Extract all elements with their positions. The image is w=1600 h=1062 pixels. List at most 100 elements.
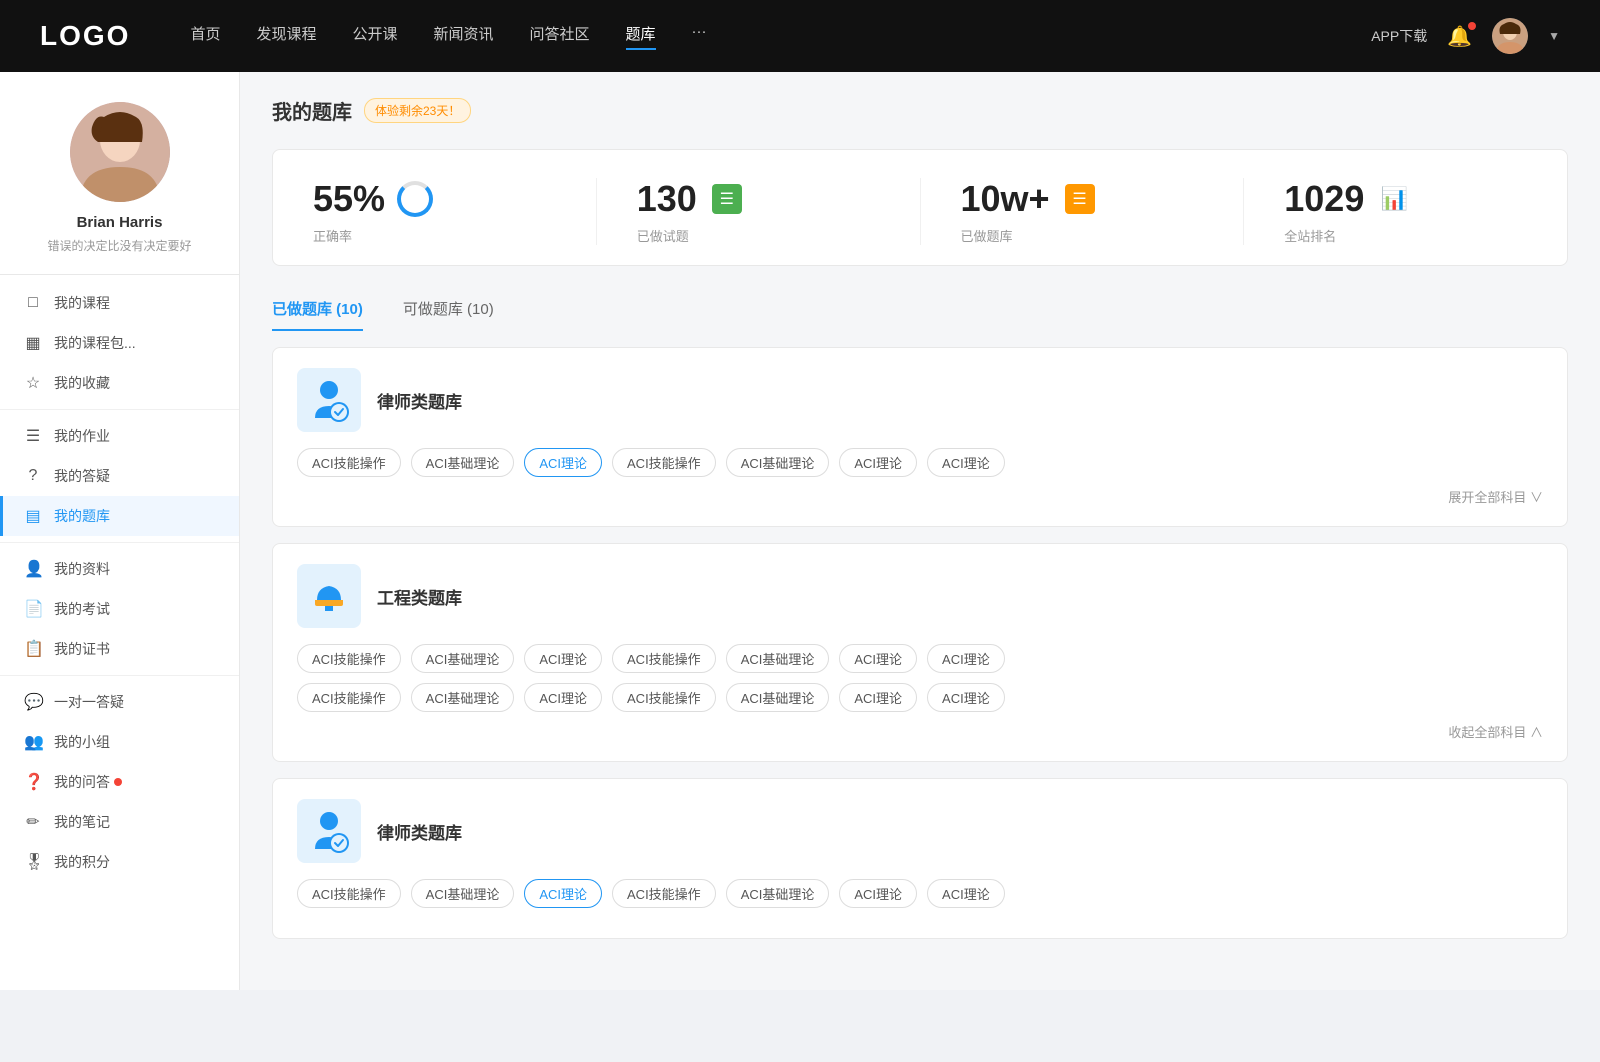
bank-title-lawyer-1: 律师类题库 bbox=[377, 388, 462, 413]
collapse-engineer-button[interactable]: 收起全部科目 ∧ bbox=[297, 722, 1543, 741]
page-title: 我的题库 bbox=[272, 96, 352, 125]
stat-ranking-value: 1029 bbox=[1284, 178, 1364, 220]
stat-ranking: 1029 📊 全站排名 bbox=[1244, 178, 1567, 245]
lawyer-2-tags-row: ACI技能操作 ACI基础理论 ACI理论 ACI技能操作 ACI基础理论 AC… bbox=[297, 879, 1543, 908]
tag-lawyer-1-0[interactable]: ACI技能操作 bbox=[297, 448, 401, 477]
list-green-icon: ☰ bbox=[712, 184, 742, 214]
nav-news[interactable]: 新闻资讯 bbox=[434, 23, 494, 50]
nav-more[interactable]: ··· bbox=[692, 23, 707, 50]
tag-lawyer2-6[interactable]: ACI理论 bbox=[927, 879, 1005, 908]
bank-section-lawyer-1: 律师类题库 ACI技能操作 ACI基础理论 ACI理论 ACI技能操作 ACI基… bbox=[272, 347, 1568, 527]
tag-lawyer2-0[interactable]: ACI技能操作 bbox=[297, 879, 401, 908]
tag-lawyer2-2[interactable]: ACI理论 bbox=[524, 879, 602, 908]
sidebar-item-question-bank[interactable]: ▤ 我的题库 bbox=[0, 496, 239, 536]
sidebar-item-points[interactable]: 🎖 我的积分 bbox=[0, 842, 239, 882]
notification-bell[interactable]: 🔔 bbox=[1447, 24, 1472, 49]
done-banks-icon: ☰ bbox=[1062, 181, 1098, 217]
tag-engineer-7[interactable]: ACI技能操作 bbox=[297, 683, 401, 712]
homework-icon: ☰ bbox=[24, 426, 42, 446]
courses-icon: □ bbox=[24, 294, 42, 312]
bank-section-lawyer-2-header: 律师类题库 bbox=[297, 799, 1543, 863]
favorites-icon: ☆ bbox=[24, 373, 42, 393]
nav-open-course[interactable]: 公开课 bbox=[352, 23, 397, 50]
user-menu-chevron-icon[interactable]: ▼ bbox=[1548, 29, 1560, 43]
user-avatar[interactable] bbox=[1492, 18, 1528, 54]
engineer-bank-icon bbox=[297, 564, 361, 628]
sidebar-item-exam[interactable]: 📄 我的考试 bbox=[0, 589, 239, 629]
qa-icon: ? bbox=[24, 467, 42, 485]
main-content: 我的题库 体验剩余23天！ 55% 正确率 130 ☰ bbox=[240, 72, 1600, 990]
tag-engineer-13[interactable]: ACI理论 bbox=[927, 683, 1005, 712]
tag-engineer-8[interactable]: ACI基础理论 bbox=[411, 683, 515, 712]
tag-engineer-6[interactable]: ACI理论 bbox=[927, 644, 1005, 673]
stat-done-banks: 10w+ ☰ 已做题库 bbox=[921, 178, 1245, 245]
lawyer-1-tags-row: ACI技能操作 ACI基础理论 ACI理论 ACI技能操作 ACI基础理论 AC… bbox=[297, 448, 1543, 477]
sidebar-item-group[interactable]: 👥 我的小组 bbox=[0, 722, 239, 762]
nav-question-bank[interactable]: 题库 bbox=[626, 23, 656, 50]
circle-progress-icon bbox=[397, 181, 433, 217]
sidebar-item-courses[interactable]: □ 我的课程 bbox=[0, 283, 239, 323]
app-download-button[interactable]: APP下载 bbox=[1371, 26, 1427, 46]
tag-engineer-12[interactable]: ACI理论 bbox=[839, 683, 917, 712]
expand-lawyer-1-button[interactable]: 展开全部科目 ∨ bbox=[297, 487, 1543, 506]
sidebar-motto: 错误的决定比没有决定要好 bbox=[47, 237, 191, 254]
tag-engineer-4[interactable]: ACI基础理论 bbox=[726, 644, 830, 673]
tag-engineer-3[interactable]: ACI技能操作 bbox=[612, 644, 716, 673]
stat-ranking-label: 全站排名 bbox=[1284, 226, 1336, 245]
tabs-bar: 已做题库 (10) 可做题库 (10) bbox=[272, 290, 1568, 331]
tag-lawyer2-3[interactable]: ACI技能操作 bbox=[612, 879, 716, 908]
sidebar-item-one-on-one[interactable]: 💬 一对一答疑 bbox=[0, 682, 239, 722]
tag-engineer-1[interactable]: ACI基础理论 bbox=[411, 644, 515, 673]
tag-lawyer-1-4[interactable]: ACI基础理论 bbox=[726, 448, 830, 477]
tag-engineer-10[interactable]: ACI技能操作 bbox=[612, 683, 716, 712]
tag-lawyer-1-6[interactable]: ACI理论 bbox=[927, 448, 1005, 477]
tag-lawyer-1-1[interactable]: ACI基础理论 bbox=[411, 448, 515, 477]
exam-icon: 📄 bbox=[24, 599, 42, 619]
tag-engineer-2[interactable]: ACI理论 bbox=[524, 644, 602, 673]
sidebar-item-homework[interactable]: ☰ 我的作业 bbox=[0, 416, 239, 456]
tab-available-banks[interactable]: 可做题库 (10) bbox=[403, 290, 514, 331]
sidebar-item-favorites[interactable]: ☆ 我的收藏 bbox=[0, 363, 239, 403]
sidebar-item-profile[interactable]: 👤 我的资料 bbox=[0, 549, 239, 589]
nav-menu: 首页 发现课程 公开课 新闻资讯 问答社区 题库 ··· bbox=[190, 23, 1371, 50]
tag-engineer-9[interactable]: ACI理论 bbox=[524, 683, 602, 712]
nav-qa[interactable]: 问答社区 bbox=[530, 23, 590, 50]
tag-engineer-5[interactable]: ACI理论 bbox=[839, 644, 917, 673]
stat-accuracy-value: 55% bbox=[313, 178, 385, 220]
navbar: LOGO 首页 发现课程 公开课 新闻资讯 问答社区 题库 ··· APP下载 … bbox=[0, 0, 1600, 72]
stat-ranking-row: 1029 📊 bbox=[1284, 178, 1412, 220]
tab-done-banks[interactable]: 已做题库 (10) bbox=[272, 290, 383, 331]
tag-lawyer2-5[interactable]: ACI理论 bbox=[839, 879, 917, 908]
question-bank-icon: ▤ bbox=[24, 506, 42, 526]
one-on-one-icon: 💬 bbox=[24, 692, 42, 712]
tag-lawyer-1-3[interactable]: ACI技能操作 bbox=[612, 448, 716, 477]
certificate-icon: 📋 bbox=[24, 639, 42, 659]
tag-lawyer-1-2[interactable]: ACI理论 bbox=[524, 448, 602, 477]
tag-lawyer2-4[interactable]: ACI基础理论 bbox=[726, 879, 830, 908]
sidebar-item-qa[interactable]: ? 我的答疑 bbox=[0, 456, 239, 496]
tag-lawyer-1-5[interactable]: ACI理论 bbox=[839, 448, 917, 477]
page-container: Brian Harris 错误的决定比没有决定要好 □ 我的课程 ▦ 我的课程包… bbox=[0, 72, 1600, 990]
tag-engineer-0[interactable]: ACI技能操作 bbox=[297, 644, 401, 673]
logo[interactable]: LOGO bbox=[40, 20, 130, 52]
qa-badge-dot bbox=[114, 778, 122, 786]
ranking-icon: 📊 bbox=[1376, 181, 1412, 217]
engineer-tags-row-1: ACI技能操作 ACI基础理论 ACI理论 ACI技能操作 ACI基础理论 AC… bbox=[297, 644, 1543, 673]
stat-accuracy: 55% 正确率 bbox=[273, 178, 597, 245]
avatar-image bbox=[70, 102, 170, 202]
sidebar-item-certificate[interactable]: 📋 我的证书 bbox=[0, 629, 239, 669]
sidebar-profile: Brian Harris 错误的决定比没有决定要好 bbox=[0, 72, 239, 275]
sidebar-item-notes[interactable]: ✏ 我的笔记 bbox=[0, 802, 239, 842]
tag-lawyer2-1[interactable]: ACI基础理论 bbox=[411, 879, 515, 908]
tag-engineer-11[interactable]: ACI基础理论 bbox=[726, 683, 830, 712]
stat-done-questions-row: 130 ☰ bbox=[637, 178, 745, 220]
lawyer-2-bank-icon bbox=[297, 799, 361, 863]
nav-home[interactable]: 首页 bbox=[190, 23, 220, 50]
profile-icon: 👤 bbox=[24, 559, 42, 579]
sidebar-divider-1 bbox=[0, 409, 239, 410]
sidebar-item-my-qa[interactable]: ❓ 我的问答 bbox=[0, 762, 239, 802]
nav-discover[interactable]: 发现课程 bbox=[256, 23, 316, 50]
my-qa-icon: ❓ bbox=[24, 772, 42, 792]
done-questions-icon: ☰ bbox=[709, 181, 745, 217]
sidebar-item-course-package[interactable]: ▦ 我的课程包... bbox=[0, 323, 239, 363]
